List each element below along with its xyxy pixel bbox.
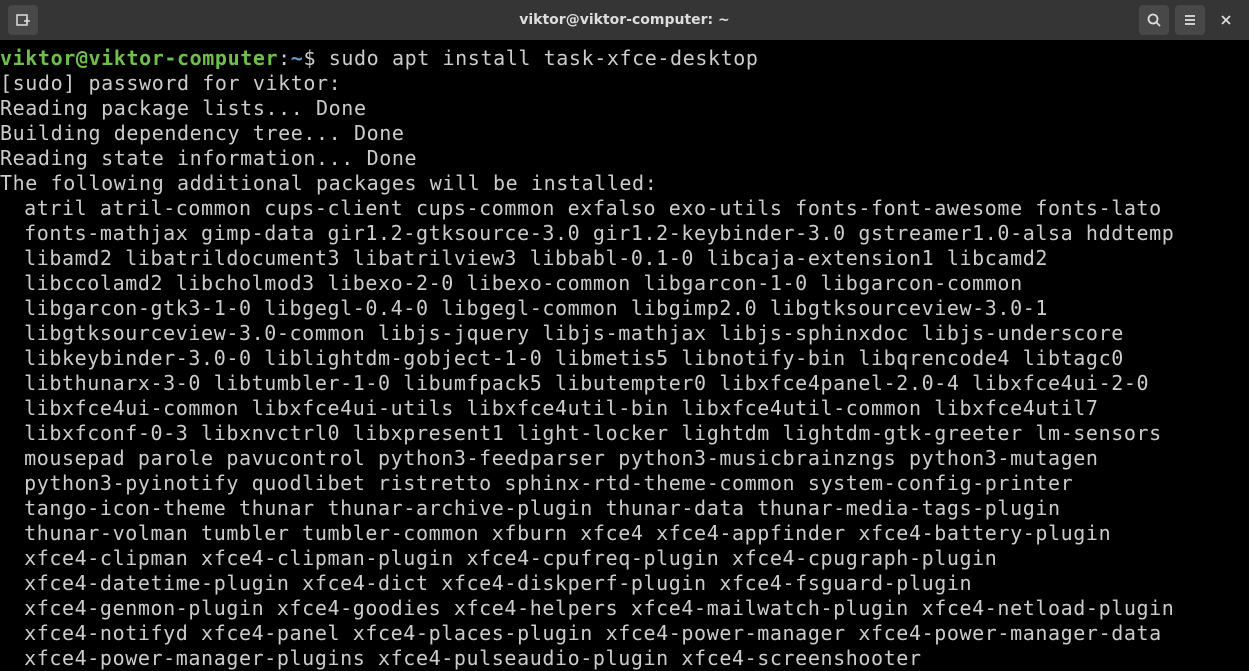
package-line: libthunarx-3-0 libtumbler-1-0 libumfpack… (0, 371, 1249, 396)
package-line: tango-icon-theme thunar thunar-archive-p… (0, 496, 1249, 521)
package-line: xfce4-power-manager-plugins xfce4-pulsea… (0, 646, 1249, 671)
package-line: mousepad parole pavucontrol python3-feed… (0, 446, 1249, 471)
prompt-path: ~ (291, 46, 304, 70)
window-title: viktor@viktor-computer: ~ (519, 12, 730, 28)
package-line: libxfce4ui-common libxfce4ui-utils libxf… (0, 396, 1249, 421)
titlebar: viktor@viktor-computer: ~ (0, 0, 1249, 40)
package-line: atril atril-common cups-client cups-comm… (0, 196, 1249, 221)
package-line: fonts-mathjax gimp-data gir1.2-gtksource… (0, 221, 1249, 246)
package-line: xfce4-genmon-plugin xfce4-goodies xfce4-… (0, 596, 1249, 621)
output-line: Reading state information... Done (0, 146, 417, 170)
prompt-colon: : (278, 46, 291, 70)
output-line: [sudo] password for viktor: (0, 71, 341, 95)
package-line: xfce4-clipman xfce4-clipman-plugin xfce4… (0, 546, 1249, 571)
package-line: thunar-volman tumbler tumbler-common xfb… (0, 521, 1249, 546)
command-text: sudo apt install task-xfce-desktop (329, 46, 759, 70)
package-line: libgarcon-gtk3-1-0 libgegl-0.4-0 libgegl… (0, 296, 1249, 321)
package-line: libamd2 libatrildocument3 libatrilview3 … (0, 246, 1249, 271)
output-line: Building dependency tree... Done (0, 121, 405, 145)
new-tab-button[interactable] (8, 5, 38, 35)
prompt-host: viktor-computer (89, 46, 279, 70)
package-line: libgtksourceview-3.0-common libjs-jquery… (0, 321, 1249, 346)
terminal-output[interactable]: viktor@viktor-computer:~$ sudo apt insta… (0, 40, 1249, 671)
package-line: xfce4-datetime-plugin xfce4-dict xfce4-d… (0, 571, 1249, 596)
prompt-user: viktor (0, 46, 76, 70)
package-line: libccolamd2 libcholmod3 libexo-2-0 libex… (0, 271, 1249, 296)
package-line: libkeybinder-3.0-0 liblightdm-gobject-1-… (0, 346, 1249, 371)
search-button[interactable] (1139, 5, 1169, 35)
package-line: python3-pyinotify quodlibet ristretto sp… (0, 471, 1249, 496)
prompt-at: @ (76, 46, 89, 70)
output-line: Reading package lists... Done (0, 96, 367, 120)
package-line: libxfconf-0-3 libxnvctrl0 libxpresent1 l… (0, 421, 1249, 446)
menu-button[interactable] (1175, 5, 1205, 35)
package-line: xfce4-notifyd xfce4-panel xfce4-places-p… (0, 621, 1249, 646)
close-button[interactable] (1211, 5, 1241, 35)
output-line: The following additional packages will b… (0, 171, 657, 195)
prompt-symbol: $ (303, 46, 328, 70)
